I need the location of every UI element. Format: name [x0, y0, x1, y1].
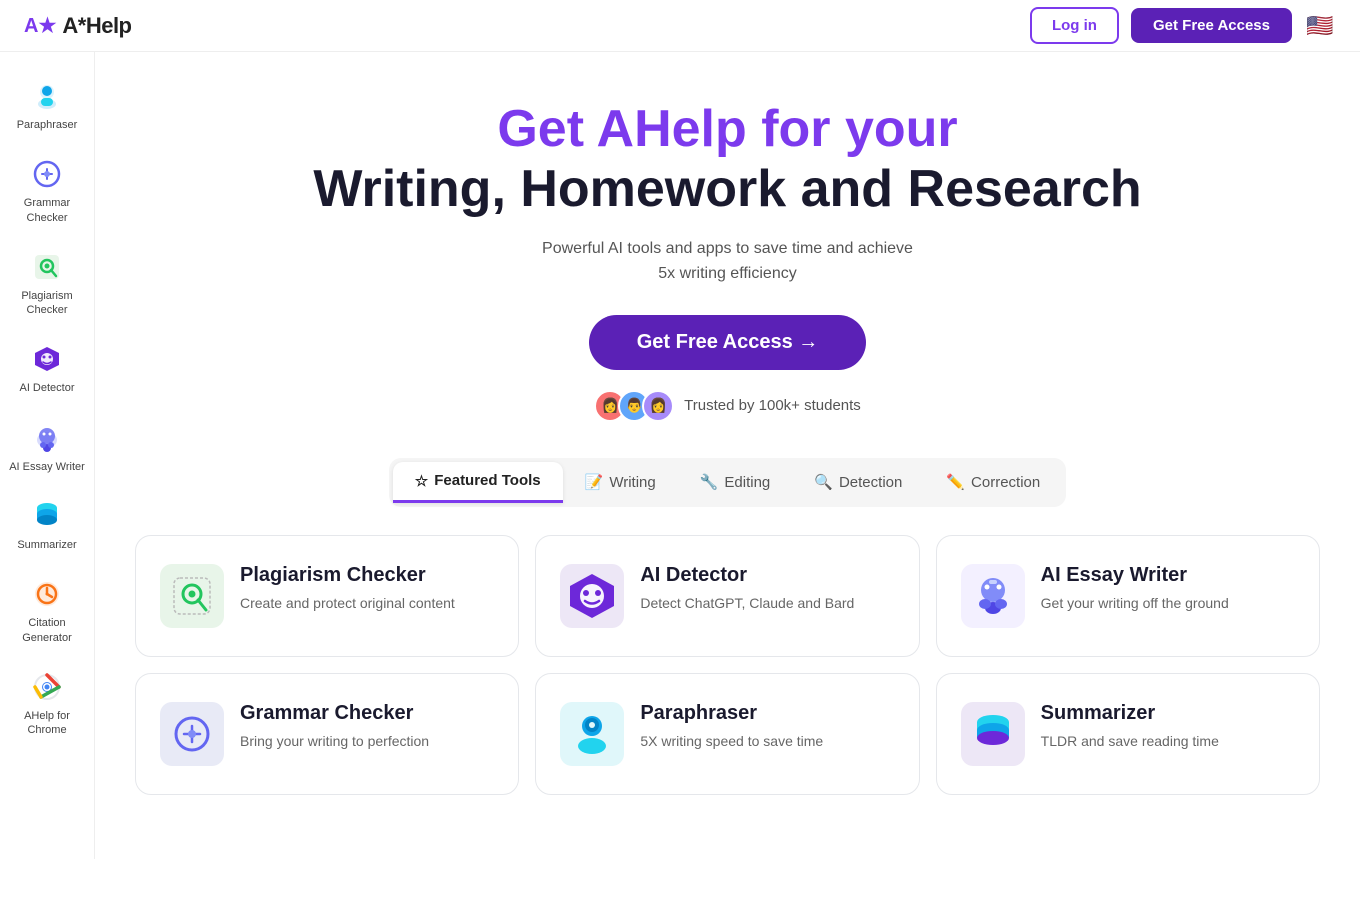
detection-tab-icon: 🔍: [814, 473, 833, 491]
tab-editing[interactable]: 🔧 Editing: [678, 463, 793, 501]
ai-detector-card-icon: [560, 564, 624, 628]
card-ai-detector[interactable]: AI Detector Detect ChatGPT, Claude and B…: [535, 535, 919, 657]
hero-section: Get AHelp for your Writing, Homework and…: [135, 100, 1320, 422]
grammar-card-content: Grammar Checker Bring your writing to pe…: [240, 702, 429, 752]
hero-title-line2: Writing, Homework and Research: [135, 160, 1320, 220]
sidebar-item-ahelp-chrome[interactable]: AHelp for Chrome: [2, 659, 92, 748]
trust-text: Trusted by 100k+ students: [684, 397, 861, 414]
hero-cta-button[interactable]: Get Free Access →: [589, 315, 867, 370]
editing-tab-icon: 🔧: [700, 473, 719, 491]
citation-icon: [29, 576, 65, 612]
plagiarism-card-content: Plagiarism Checker Create and protect or…: [240, 564, 455, 614]
header-actions: Log in Get Free Access 🇺🇸: [1030, 7, 1336, 44]
ai-essay-icon: [29, 420, 65, 456]
card-summarizer[interactable]: Summarizer TLDR and save reading time: [936, 673, 1320, 795]
card-ai-essay-writer[interactable]: AI Essay Writer Get your writing off the…: [936, 535, 1320, 657]
sidebar-item-summarizer[interactable]: Summarizer: [2, 488, 92, 562]
plagiarism-card-title: Plagiarism Checker: [240, 564, 455, 587]
tab-writing[interactable]: 📝 Writing: [563, 463, 678, 501]
paraphraser-card-content: Paraphraser 5X writing speed to save tim…: [640, 702, 823, 752]
ai-essay-card-icon: [961, 564, 1025, 628]
grammar-card-title: Grammar Checker: [240, 702, 429, 725]
sidebar-item-summarizer-label: Summarizer: [17, 538, 76, 552]
chrome-icon: [29, 669, 65, 705]
grammar-icon: [29, 156, 65, 192]
writing-tab-icon: 📝: [585, 473, 604, 491]
grammar-card-desc: Bring your writing to perfection: [240, 731, 429, 752]
grammar-card-icon: [160, 702, 224, 766]
sidebar-item-ai-essay-writer[interactable]: AI Essay Writer: [2, 410, 92, 484]
ai-essay-card-content: AI Essay Writer Get your writing off the…: [1041, 564, 1229, 614]
paraphraser-card-icon: [560, 702, 624, 766]
trust-row: 👩 👨 👩 Trusted by 100k+ students: [135, 390, 1320, 422]
paraphraser-card-desc: 5X writing speed to save time: [640, 731, 823, 752]
ai-essay-card-desc: Get your writing off the ground: [1041, 593, 1229, 614]
editing-tab-label: Editing: [724, 474, 770, 491]
trust-avatars: 👩 👨 👩: [594, 390, 674, 422]
sidebar: Paraphraser Grammar Checker Plagiarism C…: [0, 52, 95, 859]
main-content: Get AHelp for your Writing, Homework and…: [95, 52, 1360, 859]
login-button[interactable]: Log in: [1030, 7, 1119, 44]
sidebar-item-paraphraser-label: Paraphraser: [17, 118, 78, 132]
trust-avatar-3: 👩: [642, 390, 674, 422]
sidebar-item-citation-generator[interactable]: Citation Generator: [2, 566, 92, 655]
summarizer-card-icon: [961, 702, 1025, 766]
ai-detector-icon: [29, 341, 65, 377]
ai-detector-card-title: AI Detector: [640, 564, 854, 587]
summarizer-icon: [29, 498, 65, 534]
sidebar-item-ai-detector-label: AI Detector: [19, 381, 74, 395]
sidebar-item-plagiarism-checker[interactable]: Plagiarism Checker: [2, 239, 92, 328]
sidebar-item-paraphraser[interactable]: Paraphraser: [2, 68, 92, 142]
summarizer-card-desc: TLDR and save reading time: [1041, 731, 1219, 752]
correction-tab-label: Correction: [971, 474, 1040, 491]
sidebar-item-plagiarism-label: Plagiarism Checker: [8, 289, 86, 318]
sidebar-item-grammar-checker[interactable]: Grammar Checker: [2, 146, 92, 235]
sidebar-item-grammar-label: Grammar Checker: [8, 196, 86, 225]
tab-featured[interactable]: ☆ Featured Tools: [393, 462, 563, 503]
summarizer-card-content: Summarizer TLDR and save reading time: [1041, 702, 1219, 752]
logo[interactable]: A★A*Help: [24, 13, 132, 39]
plagiarism-card-desc: Create and protect original content: [240, 593, 455, 614]
plagiarism-icon: [29, 249, 65, 285]
ai-detector-card-desc: Detect ChatGPT, Claude and Bard: [640, 593, 854, 614]
tool-tabs: ☆ Featured Tools 📝 Writing 🔧 Editing 🔍 D…: [389, 458, 1066, 507]
logo-star-icon: A★: [24, 13, 56, 38]
featured-tab-label: Featured Tools: [434, 472, 540, 489]
correction-tab-icon: ✏️: [946, 473, 965, 491]
tab-detection[interactable]: 🔍 Detection: [792, 463, 924, 501]
tools-grid: Plagiarism Checker Create and protect or…: [135, 535, 1320, 795]
sidebar-item-ai-essay-label: AI Essay Writer: [9, 460, 85, 474]
hero-subtitle: Powerful AI tools and apps to save time …: [135, 236, 1320, 287]
ai-essay-card-title: AI Essay Writer: [1041, 564, 1229, 587]
card-plagiarism-checker[interactable]: Plagiarism Checker Create and protect or…: [135, 535, 519, 657]
language-flag-icon[interactable]: 🇺🇸: [1304, 10, 1336, 42]
sidebar-item-chrome-label: AHelp for Chrome: [8, 709, 86, 738]
card-grammar-checker[interactable]: Grammar Checker Bring your writing to pe…: [135, 673, 519, 795]
tab-correction[interactable]: ✏️ Correction: [924, 463, 1062, 501]
sidebar-item-citation-label: Citation Generator: [8, 616, 86, 645]
hero-title-line1: Get AHelp for your: [135, 100, 1320, 160]
writing-tab-label: Writing: [609, 474, 655, 491]
paraphraser-card-title: Paraphraser: [640, 702, 823, 725]
sidebar-item-ai-detector[interactable]: AI Detector: [2, 331, 92, 405]
card-paraphraser[interactable]: Paraphraser 5X writing speed to save tim…: [535, 673, 919, 795]
summarizer-card-title: Summarizer: [1041, 702, 1219, 725]
get-free-access-header-button[interactable]: Get Free Access: [1131, 8, 1292, 43]
plagiarism-card-icon: [160, 564, 224, 628]
detection-tab-label: Detection: [839, 474, 902, 491]
featured-tab-icon: ☆: [415, 472, 428, 490]
paraphraser-icon: [29, 78, 65, 114]
header: A★A*Help Log in Get Free Access 🇺🇸: [0, 0, 1360, 52]
ai-detector-card-content: AI Detector Detect ChatGPT, Claude and B…: [640, 564, 854, 614]
logo-text: A*Help: [62, 13, 131, 39]
